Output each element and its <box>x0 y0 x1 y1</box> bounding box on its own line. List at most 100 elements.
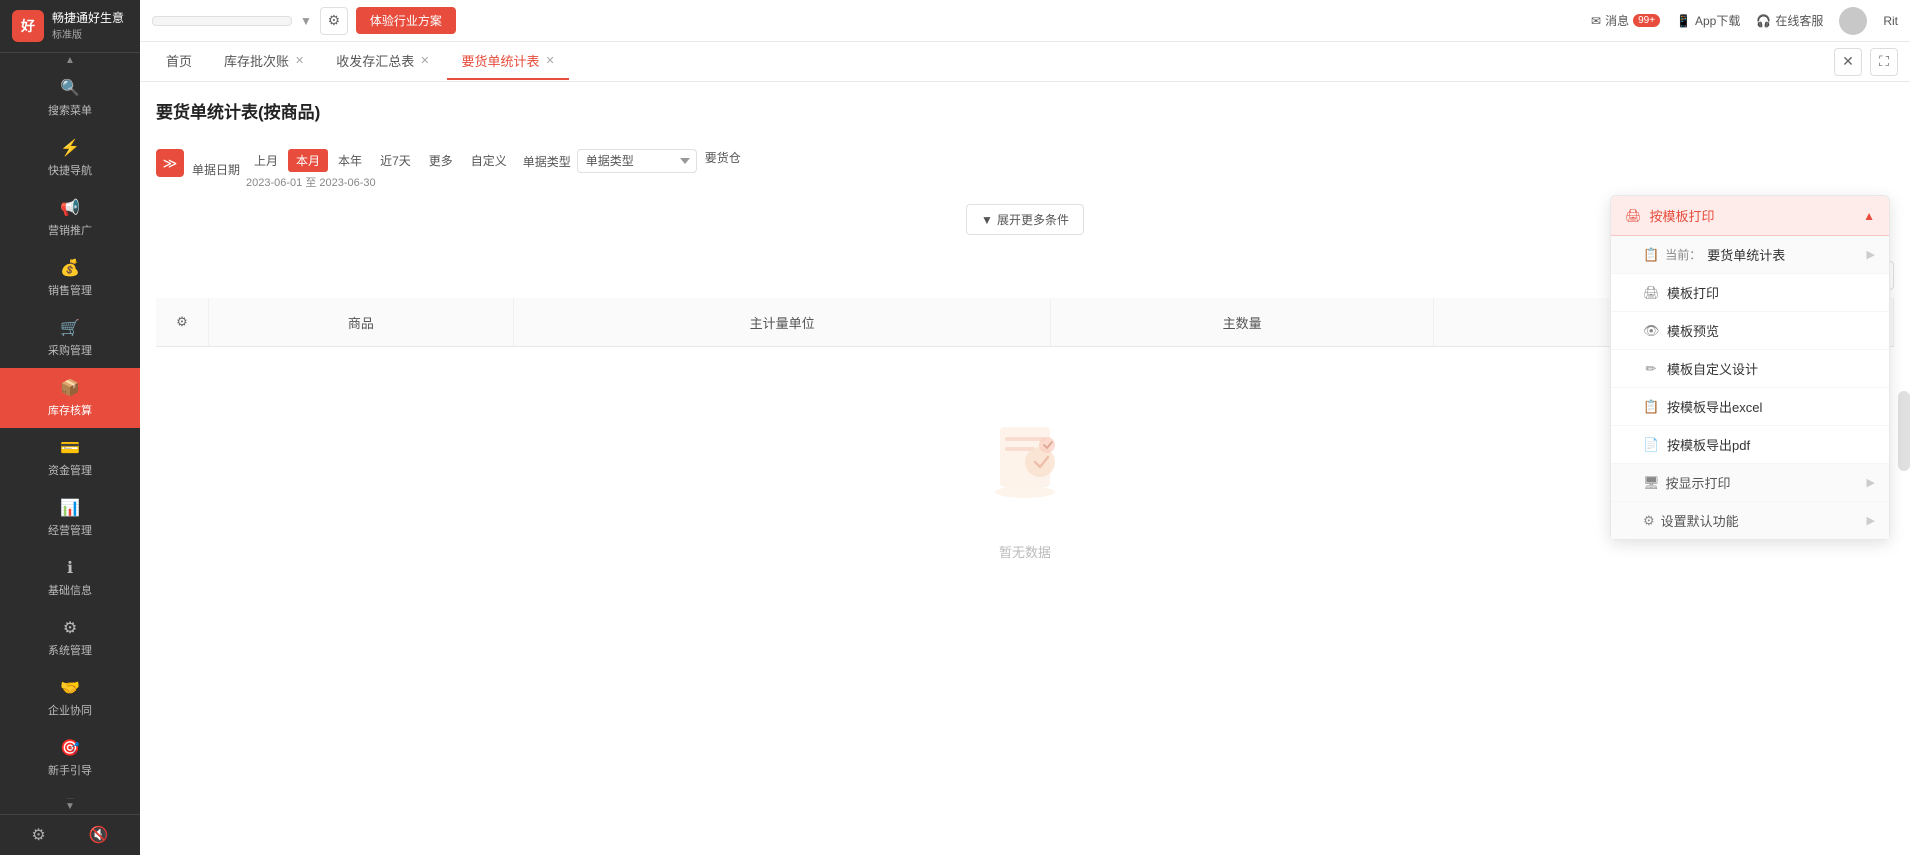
purchase-icon: 🛒 <box>60 318 80 338</box>
col-unit: 主计量单位 <box>513 298 1051 347</box>
sidebar-item-sales[interactable]: 💰 销售管理 <box>0 248 140 308</box>
app-logo-icon: 好 <box>12 10 44 42</box>
bill-type-label: 单据类型 <box>523 153 571 170</box>
popup-preview-icon: 👁 <box>1643 323 1659 339</box>
sidebar-item-appstore[interactable]: 📱 应用中心 <box>0 788 140 799</box>
popup-header: 🖨 按模板打印 ▲ <box>1611 196 1889 236</box>
current-row-arrow: ▶ <box>1867 248 1875 261</box>
sidebar-item-search[interactable]: 🔍 搜索菜单 <box>0 68 140 128</box>
date-filter-label: 单据日期 <box>192 161 240 178</box>
sidebar-logo: 好 畅捷通好生意 标准版 <box>0 0 140 53</box>
search-box <box>152 16 292 26</box>
tab-bar: 首页 库存批次账 ✕ 收发存汇总表 ✕ 要货单统计表 ✕ ✕ ⛶ <box>140 42 1910 82</box>
tab-bar-actions: ✕ ⛶ <box>1834 48 1898 76</box>
top-bar-right: ✉ 消息 99+ 📱 App下载 🎧 在线客服 Rit <box>1591 7 1898 35</box>
tab-close-icon[interactable]: ✕ <box>295 54 304 67</box>
popup-set-default-row[interactable]: ⚙ 设置默认功能 ▶ <box>1611 502 1889 539</box>
date-filter-group: 单据日期 上月 本月 本年 近7天 更多 自定义 2023-06-01 至 20… <box>192 149 515 190</box>
popup-item-preview[interactable]: 👁 模板预览 <box>1611 312 1889 350</box>
settings-icon[interactable]: ⚙ <box>31 825 45 845</box>
sidebar-item-guide[interactable]: 🎯 新手引导 <box>0 728 140 788</box>
popup-current-row[interactable]: 📋 当前： 要货单统计表 ▶ <box>1611 236 1889 274</box>
sidebar-scroll-up[interactable]: ▲ <box>0 53 140 68</box>
bill-type-select[interactable]: 单据类型 <box>577 149 697 173</box>
date-tab-custom[interactable]: 自定义 <box>463 149 515 172</box>
app-name: 畅捷通好生意 <box>52 11 124 27</box>
sidebar-item-purchase[interactable]: 🛒 采购管理 <box>0 308 140 368</box>
sidebar-item-finance[interactable]: 💳 资金管理 <box>0 428 140 488</box>
search-dropdown-icon[interactable]: ▼ <box>300 14 312 28</box>
tab-requisition-stats[interactable]: 要货单统计表 ✕ <box>447 43 568 80</box>
expand-more-btn[interactable]: ▼ 展开更多条件 <box>966 204 1084 235</box>
popup-item-export-pdf[interactable]: 📄 按模板导出pdf <box>1611 426 1889 464</box>
popup-item-export-excel[interactable]: 📋 按模板导出excel <box>1611 388 1889 426</box>
popup-item-label: 按模板导出pdf <box>1667 435 1750 454</box>
tab-inventory-batch[interactable]: 库存批次账 ✕ <box>210 43 318 80</box>
tab-close-icon[interactable]: ✕ <box>546 54 555 67</box>
guide-icon: 🎯 <box>60 738 80 758</box>
gear-button[interactable]: ⚙ <box>320 7 348 35</box>
sidebar-item-label: 系统管理 <box>48 642 92 658</box>
online-service-item[interactable]: 🎧 在线客服 <box>1756 12 1823 29</box>
set-default-icon: ⚙ <box>1643 513 1655 529</box>
popup-item-print[interactable]: 🖨 模板打印 <box>1611 274 1889 312</box>
sidebar-footer: ⚙ 🔇 <box>0 814 140 855</box>
tab-collect-send[interactable]: 收发存汇总表 ✕ <box>322 43 443 80</box>
table-settings-th: ⚙ <box>156 298 209 347</box>
sidebar-item-collab[interactable]: 🤝 企业协同 <box>0 668 140 728</box>
tab-maximize-btn[interactable]: ⛶ <box>1870 48 1898 76</box>
popup-item-label: 按模板导出excel <box>1667 397 1762 416</box>
date-tab-last-month[interactable]: 上月 <box>246 149 286 172</box>
warehouse-filter-group: 要货仓 <box>705 149 741 166</box>
tab-home[interactable]: 首页 <box>152 43 206 80</box>
main-area: ▼ ⚙ 体验行业方案 ✉ 消息 99+ 📱 App下载 🎧 在线客服 Rit <box>140 0 1910 855</box>
tab-label: 收发存汇总表 <box>336 51 414 70</box>
display-print-label: 按显示打印 <box>1666 473 1731 492</box>
display-print-icon: 🖥 <box>1643 475 1660 491</box>
popup-print-icon: 🖨 <box>1643 285 1659 301</box>
avatar[interactable] <box>1839 7 1867 35</box>
tab-close-all-btn[interactable]: ✕ <box>1834 48 1862 76</box>
sidebar-item-label: 经营管理 <box>48 522 92 538</box>
app-download-item[interactable]: 📱 App下载 <box>1676 12 1740 29</box>
finance-icon: 💳 <box>60 438 80 458</box>
audio-icon[interactable]: 🔇 <box>89 825 109 845</box>
sidebar-item-quick-nav[interactable]: ⚡ 快捷导航 <box>0 128 140 188</box>
tab-label: 首页 <box>166 51 192 70</box>
popup-item-design[interactable]: ✏ 模板自定义设计 <box>1611 350 1889 388</box>
sidebar-item-inventory[interactable]: 📦 库存核算 <box>0 368 140 428</box>
sidebar-scroll-down[interactable]: ▼ <box>0 799 140 814</box>
sidebar: 好 畅捷通好生意 标准版 ▲ 🔍 搜索菜单 ⚡ 快捷导航 📢 营销推广 💰 销售… <box>0 0 140 855</box>
top-bar: ▼ ⚙ 体验行业方案 ✉ 消息 99+ 📱 App下载 🎧 在线客服 Rit <box>140 0 1910 42</box>
tab-close-icon[interactable]: ✕ <box>420 54 429 67</box>
scrollbar[interactable] <box>1898 391 1910 471</box>
sidebar-item-system[interactable]: ⚙ 系统管理 <box>0 608 140 668</box>
sidebar-item-operation[interactable]: 📊 经营管理 <box>0 488 140 548</box>
user-name-item[interactable]: Rit <box>1883 14 1898 28</box>
scroll-up-icon[interactable]: ▲ <box>65 55 75 66</box>
bill-type-filter-group: 单据类型 单据类型 <box>523 149 697 173</box>
sidebar-item-label: 销售管理 <box>48 282 92 298</box>
col-quantity-label: 主数量 <box>1223 316 1262 331</box>
date-tab-more[interactable]: 更多 <box>421 149 461 172</box>
col-unit-label: 主计量单位 <box>750 316 815 331</box>
sidebar-item-label: 营销推广 <box>48 222 92 238</box>
table-config-icon[interactable]: ⚙ <box>168 308 196 336</box>
popup-collapse-icon[interactable]: ▲ <box>1863 209 1875 223</box>
popup-display-print-row[interactable]: 🖥 按显示打印 ▶ <box>1611 464 1889 502</box>
message-item[interactable]: ✉ 消息 99+ <box>1591 12 1660 29</box>
empty-text: 暂无数据 <box>999 542 1051 561</box>
date-tab-this-month[interactable]: 本月 <box>288 149 328 172</box>
sales-icon: 💰 <box>60 258 80 278</box>
sidebar-item-base-info[interactable]: ℹ 基础信息 <box>0 548 140 608</box>
trial-button[interactable]: 体验行业方案 <box>356 7 456 34</box>
date-tab-this-year[interactable]: 本年 <box>330 149 370 172</box>
scroll-down-icon[interactable]: ▼ <box>65 801 75 812</box>
date-tab-7-days[interactable]: 近7天 <box>372 149 419 172</box>
popup-title: 🖨 按模板打印 <box>1625 206 1715 225</box>
marketing-icon: 📢 <box>60 198 80 218</box>
sidebar-item-marketing[interactable]: 📢 营销推广 <box>0 188 140 248</box>
sidebar-nav: 🔍 搜索菜单 ⚡ 快捷导航 📢 营销推广 💰 销售管理 🛒 采购管理 📦 库存核… <box>0 68 140 799</box>
message-label: 消息 <box>1605 12 1629 29</box>
filter-expand-btn[interactable]: ≫ <box>156 149 184 177</box>
